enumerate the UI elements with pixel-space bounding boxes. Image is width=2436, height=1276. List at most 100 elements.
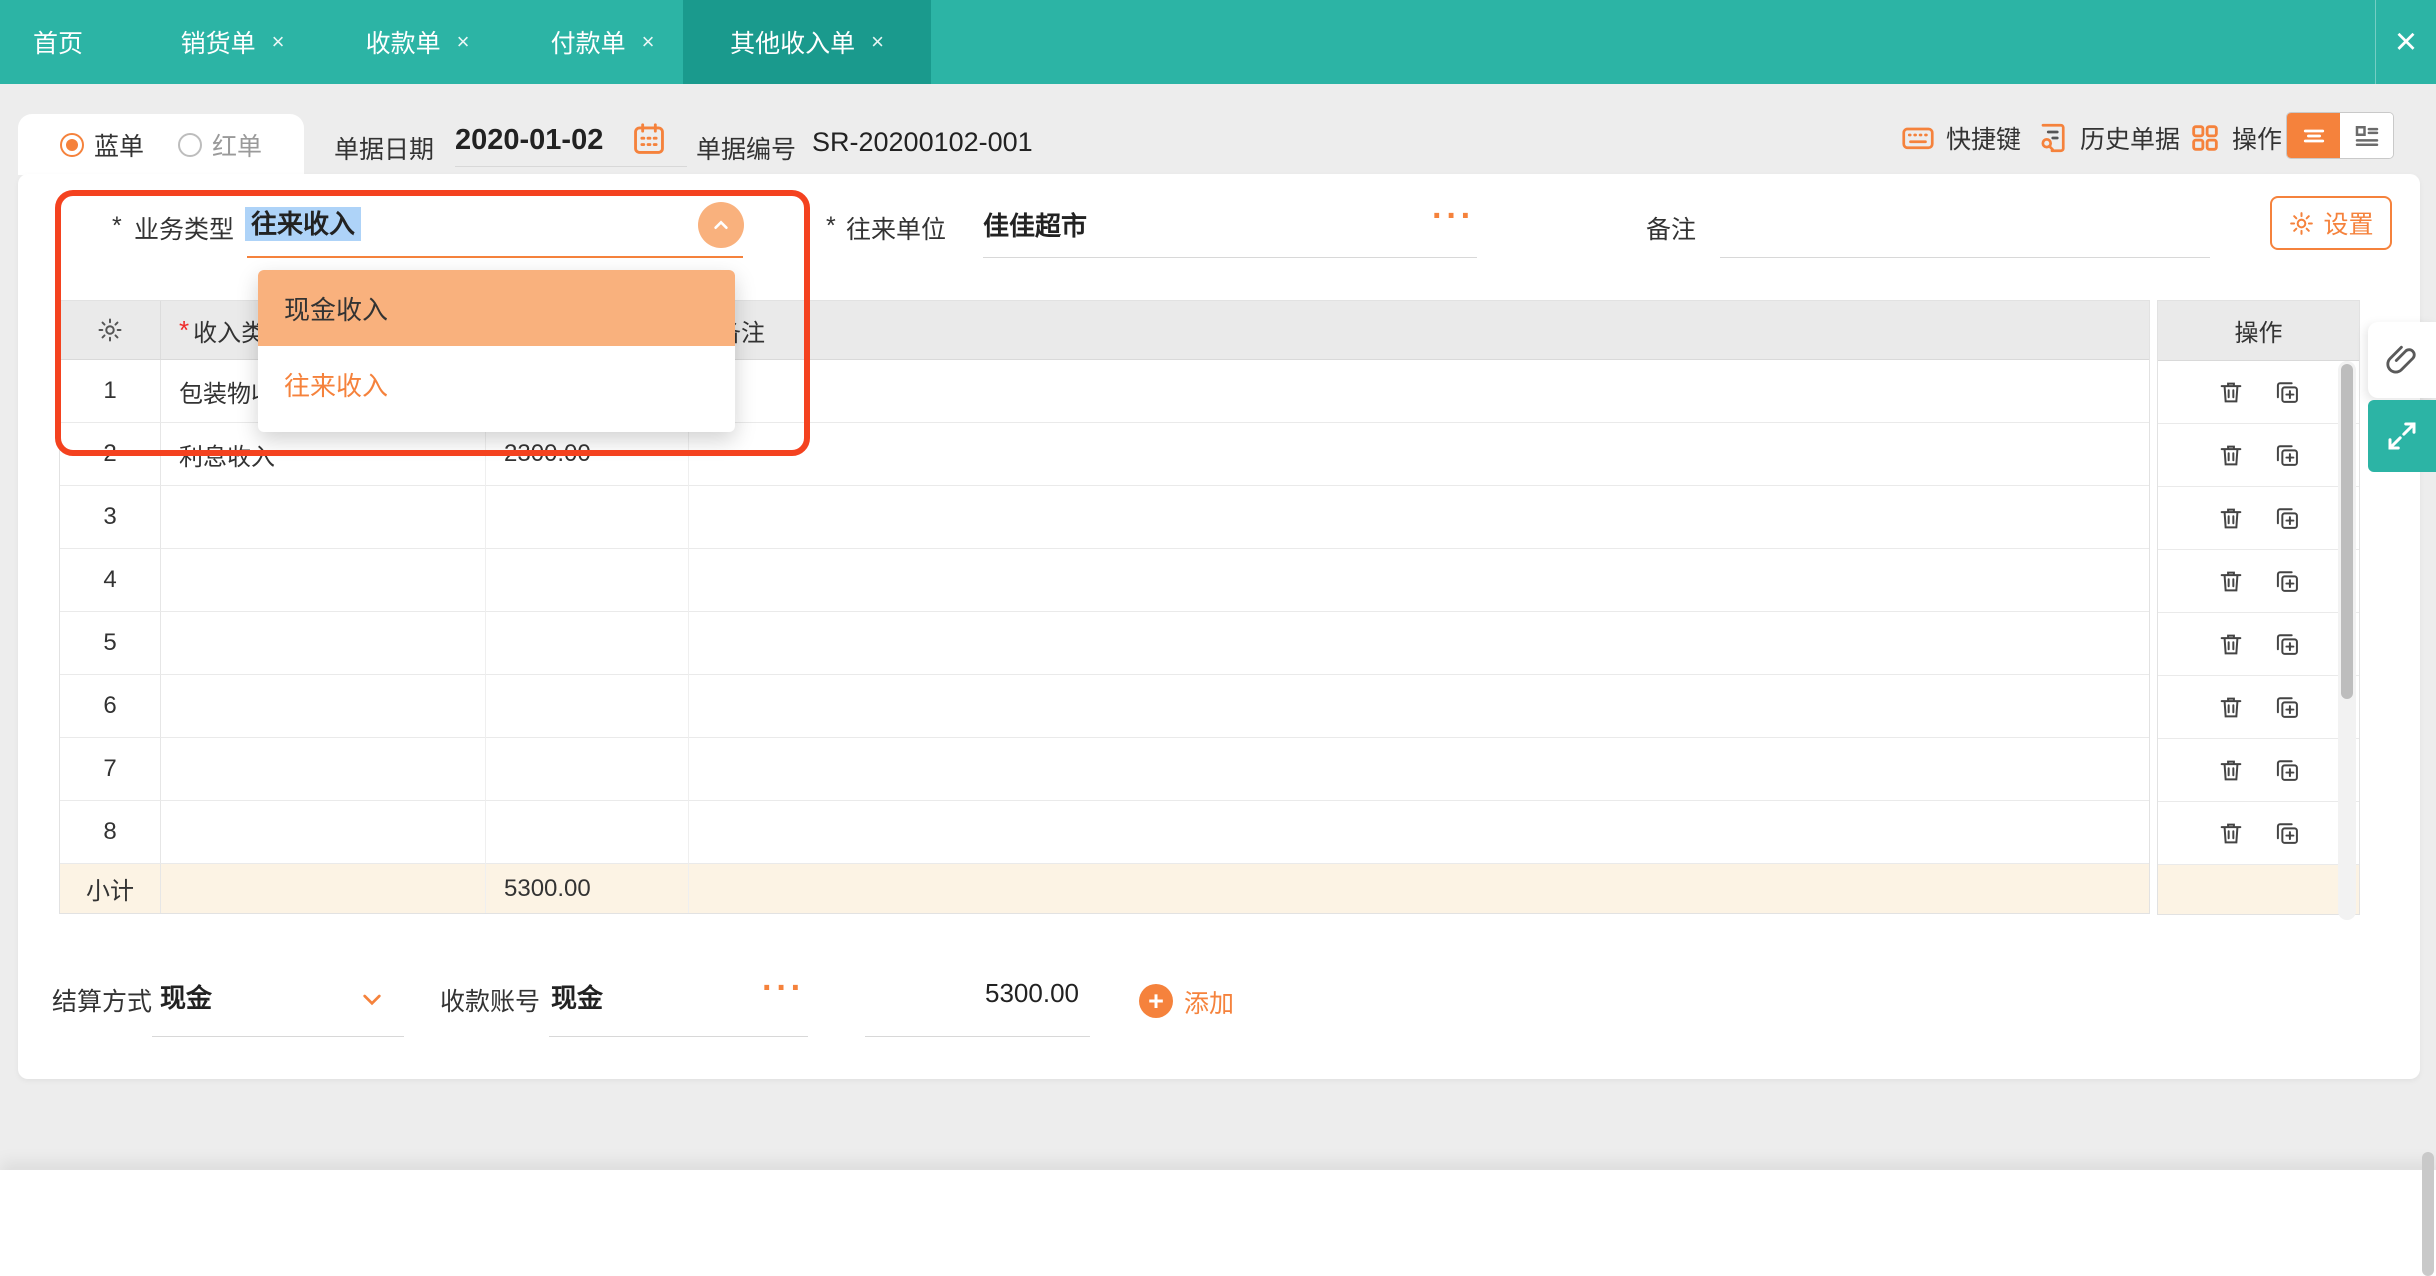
tab-close-icon[interactable]: × [272,29,285,55]
income-type-cell[interactable]: 利息收入 [161,423,486,486]
blue-receipt-radio[interactable]: 蓝单 [59,127,144,163]
partner-label: 往来单位 [846,216,947,244]
income-type-cell[interactable] [161,675,486,738]
note-cell[interactable] [689,612,2149,675]
view-mode-toggle [2286,112,2394,159]
business-type-input[interactable]: 往来收入 [245,204,362,241]
note-cell[interactable] [689,360,2149,423]
subtotal-actions-cell [2158,865,2359,914]
account-value[interactable]: 现金 [551,978,603,1015]
subtotal-amount: 5300.00 [486,864,689,913]
tab-payment[interactable]: 付款单 × [520,0,685,84]
dropdown-collapse-button[interactable] [698,202,744,248]
income-type-cell[interactable] [161,486,486,549]
date-value[interactable]: 2020-01-02 [455,124,603,157]
copy-row-icon[interactable] [2273,378,2301,406]
settle-method-value[interactable]: 现金 [160,978,212,1015]
copy-row-icon[interactable] [2273,756,2301,784]
fullscreen-expand-button[interactable] [2368,400,2436,472]
dropdown-option-cash-income[interactable]: 现金收入 [258,270,735,346]
radio-unselected-icon [178,132,202,157]
tab-label: 收款单 [365,30,441,58]
account-lookup-ellipsis[interactable]: ··· [762,971,805,1005]
copy-row-icon[interactable] [2273,630,2301,658]
settings-label: 设置 [2323,211,2374,239]
detail-view-button[interactable] [2340,113,2393,158]
add-payment-line-label[interactable]: 添加 [1184,984,1234,1020]
copy-row-icon[interactable] [2273,504,2301,532]
delete-row-icon[interactable] [2217,504,2245,532]
row-number: 6 [60,675,161,738]
note-cell[interactable] [689,801,2149,864]
amount-cell[interactable] [486,486,689,549]
attachment-button[interactable] [2368,322,2436,398]
delete-row-icon[interactable] [2217,378,2245,406]
note-cell[interactable] [689,738,2149,801]
payment-amount-input[interactable]: 5300.00 [865,978,1079,1009]
delete-row-icon[interactable] [2217,441,2245,469]
income-type-cell[interactable] [161,549,486,612]
amount-cell[interactable] [486,738,689,801]
column-settings-cell[interactable] [60,301,161,360]
tab-home[interactable]: 首页 [0,0,116,84]
tab-close-icon[interactable]: × [871,29,884,55]
doc-number-value: SR-20200102-001 [812,127,1033,157]
partner-input[interactable]: 佳佳超市 [983,206,1087,243]
note-cell[interactable] [689,486,2149,549]
table-scrollbar-thumb[interactable] [2341,364,2353,699]
tab-label: 销货单 [180,30,256,58]
shortcut-keys-button[interactable]: 快捷键 [1900,120,2021,156]
date-label: 单据日期 [334,136,435,164]
tab-sales-order[interactable]: 销货单 × [150,0,315,84]
settings-button[interactable]: 设置 [2270,196,2392,250]
delete-row-icon[interactable] [2217,693,2245,721]
delete-row-icon[interactable] [2217,567,2245,595]
amount-cell[interactable] [486,549,689,612]
account-underline [549,1036,808,1037]
note-cell[interactable] [689,675,2149,738]
operations-button[interactable]: 操作 [2188,120,2282,156]
copy-row-icon[interactable] [2273,567,2301,595]
amount-cell[interactable]: 2300.00 [486,423,689,486]
income-type-cell[interactable] [161,738,486,801]
dropdown-option-current-income[interactable]: 往来收入 [258,346,735,422]
history-docs-button[interactable]: 历史单据 [2034,120,2180,156]
chevron-down-icon[interactable] [356,984,388,1016]
note-cell[interactable] [689,549,2149,612]
add-payment-line-button[interactable]: + [1139,984,1173,1018]
settle-method-underline [152,1036,404,1037]
calendar-icon[interactable] [630,120,668,158]
tab-receipt[interactable]: 收款单 × [335,0,500,84]
note-cell[interactable] [689,423,2149,486]
other-income-receipt-window: 首页 销货单 × 收款单 × 付款单 × 其他收入单 × × 蓝单 红单 单据日… [0,0,2436,1276]
plus-icon: + [1148,985,1164,1016]
page-scrollbar-thumb[interactable] [2422,1152,2434,1276]
tab-close-icon[interactable]: × [642,29,655,55]
list-view-button[interactable] [2287,113,2340,158]
partner-lookup-ellipsis[interactable]: ··· [1432,199,1475,233]
delete-row-icon[interactable] [2217,630,2245,658]
business-type-underline-focused [247,256,743,258]
top-nav-bar: 首页 销货单 × 收款单 × 付款单 × 其他收入单 × × [0,0,2436,84]
income-type-cell[interactable] [161,801,486,864]
copy-row-icon[interactable] [2273,819,2301,847]
delete-row-icon[interactable] [2217,756,2245,784]
amount-cell[interactable] [486,675,689,738]
note-input-underline[interactable] [1720,257,2210,258]
subtotal-label: 小计 [60,864,161,913]
gear-icon [98,318,122,342]
window-close-button[interactable]: × [2375,0,2436,84]
required-asterisk: * [112,212,122,240]
red-receipt-radio[interactable]: 红单 [178,127,262,163]
delete-row-icon[interactable] [2217,819,2245,847]
tab-other-income-active[interactable]: 其他收入单 × [683,0,931,84]
tab-close-icon[interactable]: × [457,29,470,55]
amount-cell[interactable] [486,612,689,675]
row-actions [2158,802,2359,865]
copy-row-icon[interactable] [2273,693,2301,721]
copy-row-icon[interactable] [2273,441,2301,469]
subtotal-empty-cell [689,864,2149,913]
amount-cell[interactable] [486,801,689,864]
payment-amount-underline [865,1036,1090,1037]
income-type-cell[interactable] [161,612,486,675]
